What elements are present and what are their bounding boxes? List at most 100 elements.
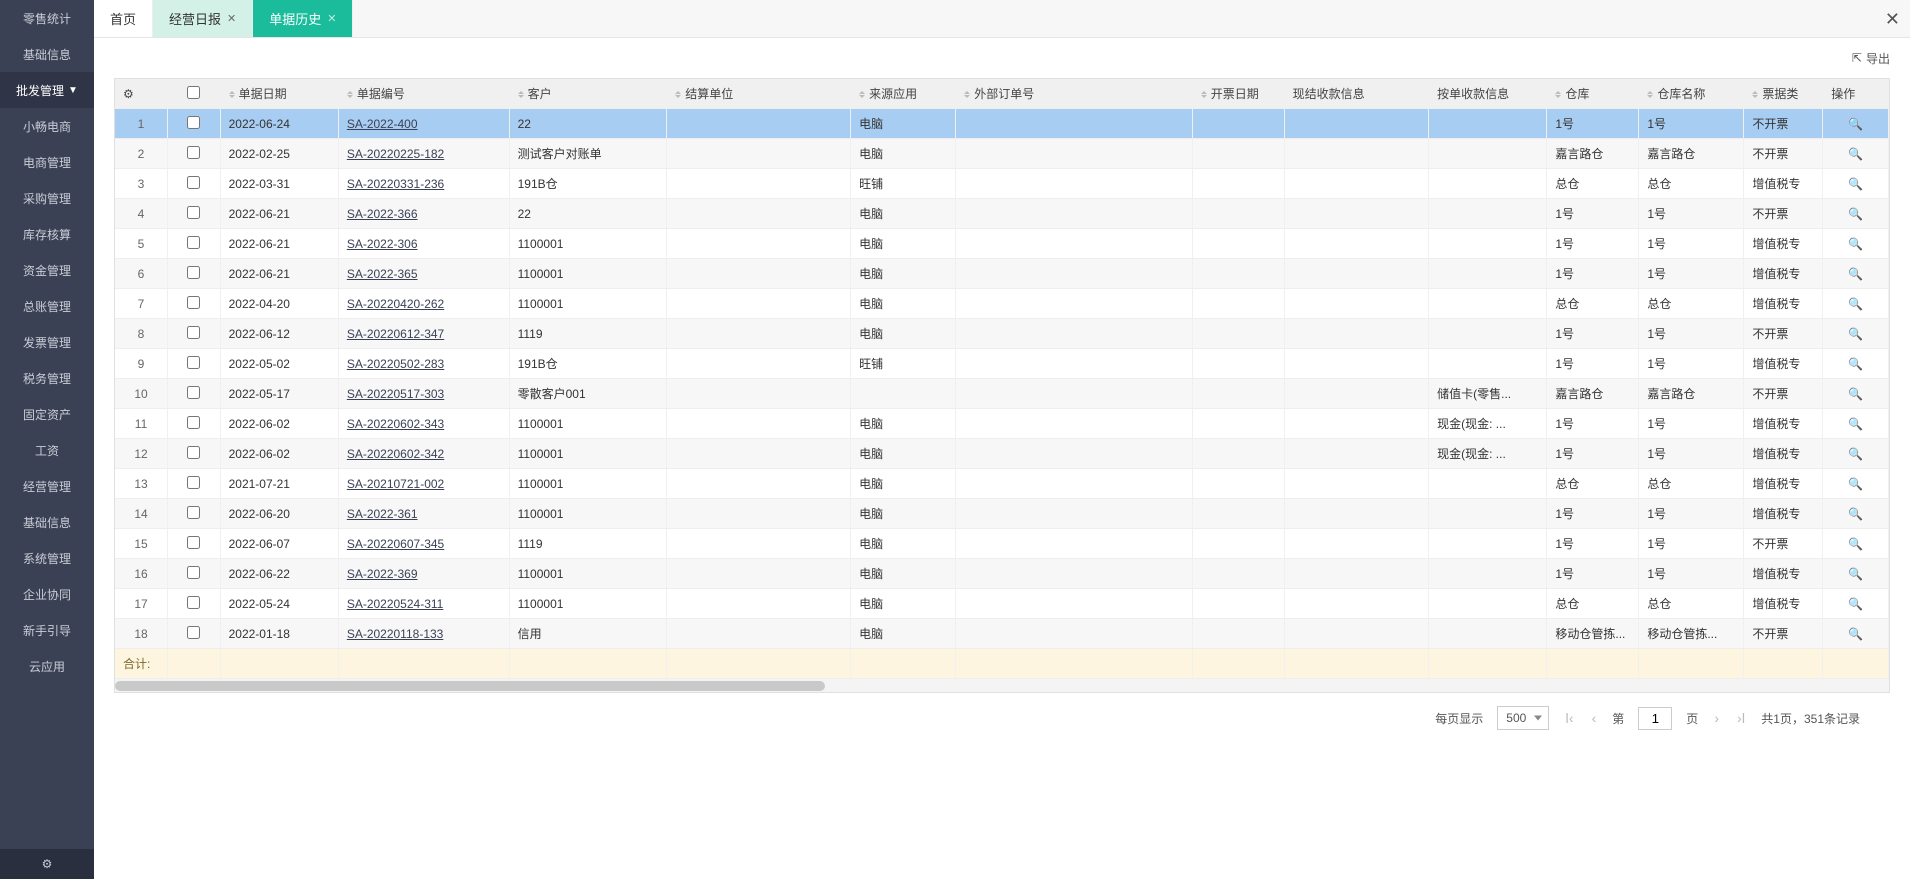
scrollbar-thumb[interactable] [115, 681, 825, 691]
row-check[interactable] [168, 349, 221, 379]
row-checkbox[interactable] [187, 326, 200, 339]
horizontal-scrollbar[interactable] [114, 679, 1890, 693]
col-code[interactable]: 单据编号 [338, 79, 509, 109]
col-whn[interactable]: 仓库名称 [1639, 79, 1744, 109]
doc-link[interactable]: SA-20220420-262 [347, 297, 444, 311]
sidebar-item-12[interactable]: 工资 [0, 432, 94, 468]
magnify-icon[interactable]: 🔍 [1848, 477, 1863, 491]
row-checkbox[interactable] [187, 236, 200, 249]
magnify-icon[interactable]: 🔍 [1848, 267, 1863, 281]
row-check[interactable] [168, 619, 221, 649]
magnify-icon[interactable]: 🔍 [1848, 537, 1863, 551]
close-icon[interactable]: ✕ [327, 12, 336, 25]
table-row[interactable]: 102022-05-17SA-20220517-303零散客户001储值卡(零售… [115, 379, 1889, 409]
magnify-icon[interactable]: 🔍 [1848, 597, 1863, 611]
row-check[interactable] [168, 529, 221, 559]
magnify-icon[interactable]: 🔍 [1848, 297, 1863, 311]
table-row[interactable]: 32022-03-31SA-20220331-236191B仓旺铺总仓总仓增值税… [115, 169, 1889, 199]
row-checkbox[interactable] [187, 146, 200, 159]
close-icon[interactable]: ✕ [227, 12, 236, 25]
table-row[interactable]: 112022-06-02SA-20220602-3431100001电脑现金(现… [115, 409, 1889, 439]
doc-link[interactable]: SA-2022-400 [347, 117, 418, 131]
sidebar-item-3[interactable]: 小畅电商 [0, 108, 94, 144]
table-row[interactable]: 162022-06-22SA-2022-3691100001电脑1号1号增值税专… [115, 559, 1889, 589]
row-checkbox[interactable] [187, 206, 200, 219]
magnify-icon[interactable]: 🔍 [1848, 387, 1863, 401]
doc-link[interactable]: SA-20220524-311 [347, 597, 444, 611]
table-row[interactable]: 12022-06-24SA-2022-40022电脑1号1号不开票🔍 [115, 109, 1889, 139]
row-checkbox[interactable] [187, 626, 200, 639]
sidebar-item-4[interactable]: 电商管理 [0, 144, 94, 180]
sidebar-item-0[interactable]: 零售统计 [0, 0, 94, 36]
doc-link[interactable]: SA-20220331-236 [347, 177, 444, 191]
table-row[interactable]: 92022-05-02SA-20220502-283191B仓旺铺1号1号增值税… [115, 349, 1889, 379]
table-row[interactable]: 62022-06-21SA-2022-3651100001电脑1号1号增值税专🔍 [115, 259, 1889, 289]
table-row[interactable]: 42022-06-21SA-2022-36622电脑1号1号不开票🔍 [115, 199, 1889, 229]
doc-link[interactable]: SA-20220118-133 [347, 627, 444, 641]
magnify-icon[interactable]: 🔍 [1848, 177, 1863, 191]
magnify-icon[interactable]: 🔍 [1848, 507, 1863, 521]
row-check[interactable] [168, 289, 221, 319]
sidebar-item-7[interactable]: 资金管理 [0, 252, 94, 288]
row-checkbox[interactable] [187, 416, 200, 429]
table-row[interactable]: 82022-06-12SA-20220612-3471119电脑1号1号不开票🔍 [115, 319, 1889, 349]
magnify-icon[interactable]: 🔍 [1848, 237, 1863, 251]
tab-1[interactable]: 经营日报✕ [153, 0, 253, 37]
row-checkbox[interactable] [187, 386, 200, 399]
sidebar-item-2[interactable]: 批发管理▼ [0, 72, 94, 108]
row-check[interactable] [168, 499, 221, 529]
table-row[interactable]: 122022-06-02SA-20220602-3421100001电脑现金(现… [115, 439, 1889, 469]
last-page-icon[interactable]: ›ǀ [1735, 710, 1747, 726]
row-check[interactable] [168, 469, 221, 499]
col-tax[interactable]: 票据类 [1744, 79, 1823, 109]
per-page-select[interactable]: 500 [1497, 706, 1549, 730]
sidebar-item-17[interactable]: 新手引导 [0, 612, 94, 648]
row-check[interactable] [168, 259, 221, 289]
doc-link[interactable]: SA-2022-361 [347, 507, 418, 521]
row-checkbox[interactable] [187, 296, 200, 309]
row-checkbox[interactable] [187, 266, 200, 279]
magnify-icon[interactable]: 🔍 [1848, 567, 1863, 581]
row-check[interactable] [168, 229, 221, 259]
doc-link[interactable]: SA-20220502-283 [347, 357, 444, 371]
row-check[interactable] [168, 379, 221, 409]
row-checkbox[interactable] [187, 476, 200, 489]
next-page-icon[interactable]: › [1712, 710, 1721, 726]
sidebar-item-9[interactable]: 发票管理 [0, 324, 94, 360]
doc-link[interactable]: SA-2022-365 [347, 267, 418, 281]
doc-link[interactable]: SA-20220602-342 [347, 447, 444, 461]
doc-link[interactable]: SA-20220602-343 [347, 417, 444, 431]
sidebar-item-15[interactable]: 系统管理 [0, 540, 94, 576]
col-ext[interactable]: 外部订单号 [956, 79, 1192, 109]
sidebar-item-6[interactable]: 库存核算 [0, 216, 94, 252]
sidebar-item-16[interactable]: 企业协同 [0, 576, 94, 612]
doc-link[interactable]: SA-20220612-347 [347, 327, 444, 341]
row-check[interactable] [168, 439, 221, 469]
col-src[interactable]: 来源应用 [851, 79, 956, 109]
table-row[interactable]: 142022-06-20SA-2022-3611100001电脑1号1号增值税专… [115, 499, 1889, 529]
table-row[interactable]: 172022-05-24SA-20220524-3111100001电脑总仓总仓… [115, 589, 1889, 619]
magnify-icon[interactable]: 🔍 [1848, 417, 1863, 431]
magnify-icon[interactable]: 🔍 [1848, 447, 1863, 461]
table-row[interactable]: 182022-01-18SA-20220118-133信用电脑移动仓管拣...移… [115, 619, 1889, 649]
doc-link[interactable]: SA-20220225-182 [347, 147, 444, 161]
magnify-icon[interactable]: 🔍 [1848, 117, 1863, 131]
row-checkbox[interactable] [187, 176, 200, 189]
doc-link[interactable]: SA-2022-306 [347, 237, 418, 251]
col-wh[interactable]: 仓库 [1547, 79, 1639, 109]
table-row[interactable]: 132021-07-21SA-20210721-0021100001电脑总仓总仓… [115, 469, 1889, 499]
sidebar-item-1[interactable]: 基础信息 [0, 36, 94, 72]
row-checkbox[interactable] [187, 536, 200, 549]
row-check[interactable] [168, 559, 221, 589]
sidebar-item-18[interactable]: 云应用 [0, 648, 94, 684]
doc-link[interactable]: SA-20220607-345 [347, 537, 444, 551]
col-settle[interactable]: 结算单位 [667, 79, 851, 109]
sidebar-item-8[interactable]: 总账管理 [0, 288, 94, 324]
col-cust[interactable]: 客户 [509, 79, 667, 109]
tab-2[interactable]: 单据历史✕ [253, 0, 353, 37]
table-row[interactable]: 72022-04-20SA-20220420-2621100001电脑总仓总仓增… [115, 289, 1889, 319]
row-check[interactable] [168, 109, 221, 139]
magnify-icon[interactable]: 🔍 [1848, 627, 1863, 641]
table-row[interactable]: 22022-02-25SA-20220225-182测试客户对账单电脑嘉言路仓嘉… [115, 139, 1889, 169]
tab-0[interactable]: 首页 [94, 0, 153, 37]
